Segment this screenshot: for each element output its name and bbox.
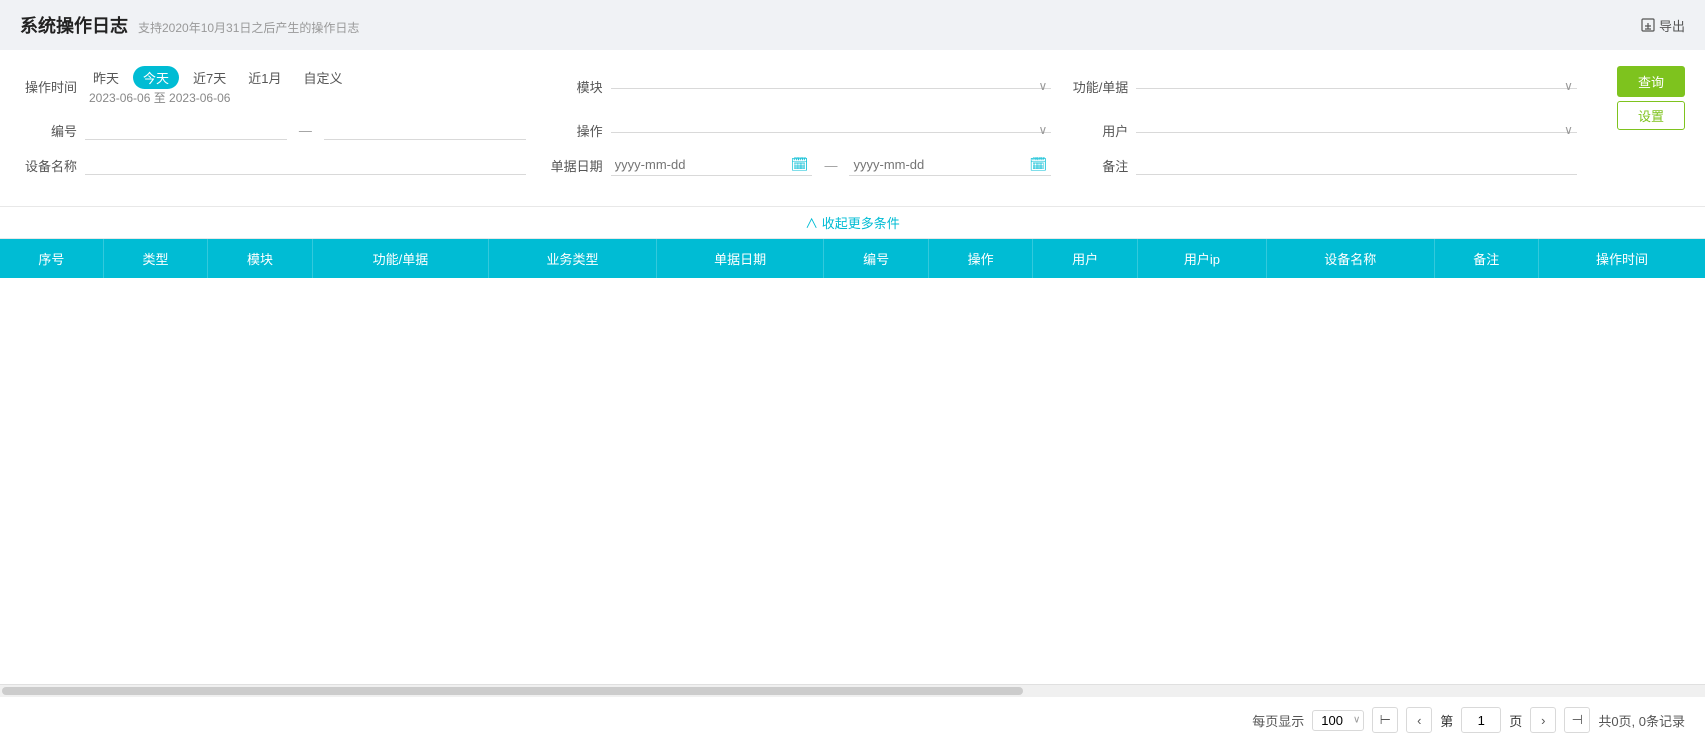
last7-btn[interactable]: 近7天 — [185, 66, 234, 89]
page-label: 第 — [1440, 711, 1453, 730]
user-label: 用户 — [1071, 121, 1136, 140]
export-icon — [1641, 18, 1655, 32]
scrollbar-thumb[interactable] — [2, 687, 1023, 695]
col-op-time: 操作时间 — [1539, 239, 1705, 278]
yesterday-btn[interactable]: 昨天 — [85, 66, 127, 89]
first-page-btn[interactable]: ⊢ — [1372, 707, 1398, 733]
empty-area — [0, 278, 1705, 598]
col-remark: 备注 — [1434, 239, 1538, 278]
user-filter-cell: 用户 ∨ — [1071, 120, 1597, 140]
today-btn[interactable]: 今天 — [133, 66, 179, 89]
voucher-date-filter-cell: 单据日期 🗓 — 🗓 — [546, 154, 1072, 176]
calendar-from-icon[interactable]: 🗓 — [791, 156, 809, 173]
col-type: 类型 — [103, 239, 207, 278]
op-label: 操作 — [546, 121, 611, 140]
page-subtitle: 支持2020年10月31日之后产生的操作日志 — [138, 19, 359, 36]
header-row: 序号 类型 模块 功能/单据 业务类型 单据日期 编号 操作 用户 用户ip 设… — [0, 239, 1705, 278]
time-filter-cell: 操作时间 昨天 今天 近7天 近1月 自定义 2023-06-06 至 2023… — [20, 66, 546, 106]
page-unit: 页 — [1509, 711, 1522, 730]
title-area: 系统操作日志 支持2020年10月31日之后产生的操作日志 — [20, 12, 359, 38]
device-input[interactable] — [85, 155, 526, 175]
per-page-select[interactable]: 100 50 200 — [1312, 710, 1364, 731]
last-page-btn[interactable]: ⊣ — [1564, 707, 1590, 733]
settings-button[interactable]: 设置 — [1617, 101, 1685, 130]
collapse-label: 收起更多条件 — [822, 216, 900, 231]
code-filter-cell: 编号 — — [20, 120, 546, 140]
time-label: 操作时间 — [20, 77, 85, 96]
module-select[interactable]: ∨ — [611, 84, 1052, 89]
filter-area: 操作时间 昨天 今天 近7天 近1月 自定义 2023-06-06 至 2023… — [0, 50, 1705, 207]
collapse-icon: ∧ — [805, 216, 822, 231]
device-filter-cell: 设备名称 — [20, 154, 546, 176]
page-input[interactable] — [1461, 707, 1501, 733]
action-buttons: 查询 设置 — [1617, 66, 1685, 130]
prev-page-btn[interactable]: ‹ — [1406, 707, 1432, 733]
per-page-label: 每页显示 — [1252, 711, 1304, 730]
code-input-from[interactable] — [85, 120, 287, 140]
page-header: 系统操作日志 支持2020年10月31日之后产生的操作日志 导出 — [0, 0, 1705, 50]
next-page-btn[interactable]: › — [1530, 707, 1556, 733]
col-device: 设备名称 — [1266, 239, 1434, 278]
export-button[interactable]: 导出 — [1641, 16, 1685, 35]
table-wrapper: 序号 类型 模块 功能/单据 业务类型 单据日期 编号 操作 用户 用户ip 设… — [0, 239, 1705, 684]
col-biz-type: 业务类型 — [489, 239, 657, 278]
user-chevron-icon: ∨ — [1564, 123, 1573, 137]
col-seq: 序号 — [0, 239, 103, 278]
query-button[interactable]: 查询 — [1617, 66, 1685, 97]
col-code: 编号 — [824, 239, 928, 278]
per-page-wrapper[interactable]: 100 50 200 — [1312, 710, 1364, 731]
code-label: 编号 — [20, 121, 85, 140]
calendar-to-icon[interactable]: 🗓 — [1030, 156, 1048, 173]
col-user: 用户 — [1033, 239, 1137, 278]
voucher-date-label: 单据日期 — [546, 156, 611, 175]
func-chevron-icon: ∨ — [1564, 79, 1573, 93]
last1m-btn[interactable]: 近1月 — [240, 66, 289, 89]
col-op: 操作 — [928, 239, 1032, 278]
time-range: 2023-06-06 至 2023-06-06 — [89, 89, 351, 106]
data-table: 序号 类型 模块 功能/单据 业务类型 单据日期 编号 操作 用户 用户ip 设… — [0, 239, 1705, 278]
module-filter-cell: 模块 ∨ — [546, 66, 1072, 106]
user-select[interactable]: ∨ — [1136, 128, 1577, 133]
time-options: 昨天 今天 近7天 近1月 自定义 — [85, 66, 351, 89]
op-select[interactable]: ∨ — [611, 128, 1052, 133]
func-label: 功能/单据 — [1071, 77, 1136, 96]
op-filter-cell: 操作 ∨ — [546, 120, 1072, 140]
code-input-to[interactable] — [324, 120, 526, 140]
module-chevron-icon: ∨ — [1039, 79, 1048, 93]
collapse-bar[interactable]: ∧ 收起更多条件 — [0, 207, 1705, 239]
col-module: 模块 — [208, 239, 312, 278]
remark-filter-cell: 备注 — [1071, 154, 1597, 176]
device-label: 设备名称 — [20, 156, 85, 175]
col-voucher-date: 单据日期 — [656, 239, 824, 278]
custom-btn[interactable]: 自定义 — [296, 66, 351, 89]
page-title: 系统操作日志 — [20, 12, 128, 38]
date-from-wrapper[interactable]: 🗓 — [611, 154, 813, 176]
horizontal-scrollbar[interactable] — [0, 684, 1705, 696]
module-label: 模块 — [546, 77, 611, 96]
col-func: 功能/单据 — [312, 239, 488, 278]
total-info: 共0页, 0条记录 — [1598, 711, 1685, 730]
date-to-input[interactable] — [853, 157, 1025, 172]
table-header: 序号 类型 模块 功能/单据 业务类型 单据日期 编号 操作 用户 用户ip 设… — [0, 239, 1705, 278]
col-user-ip: 用户ip — [1137, 239, 1266, 278]
pagination-bar: 每页显示 100 50 200 ⊢ ‹ 第 页 › ⊣ 共0页, 0条记录 — [0, 696, 1705, 743]
op-chevron-icon: ∨ — [1039, 123, 1048, 137]
remark-input[interactable] — [1136, 155, 1577, 175]
func-filter-cell: 功能/单据 ∨ — [1071, 66, 1597, 106]
date-to-wrapper[interactable]: 🗓 — [849, 154, 1051, 176]
func-select[interactable]: ∨ — [1136, 84, 1577, 89]
remark-label: 备注 — [1071, 156, 1136, 175]
date-from-input[interactable] — [615, 157, 787, 172]
